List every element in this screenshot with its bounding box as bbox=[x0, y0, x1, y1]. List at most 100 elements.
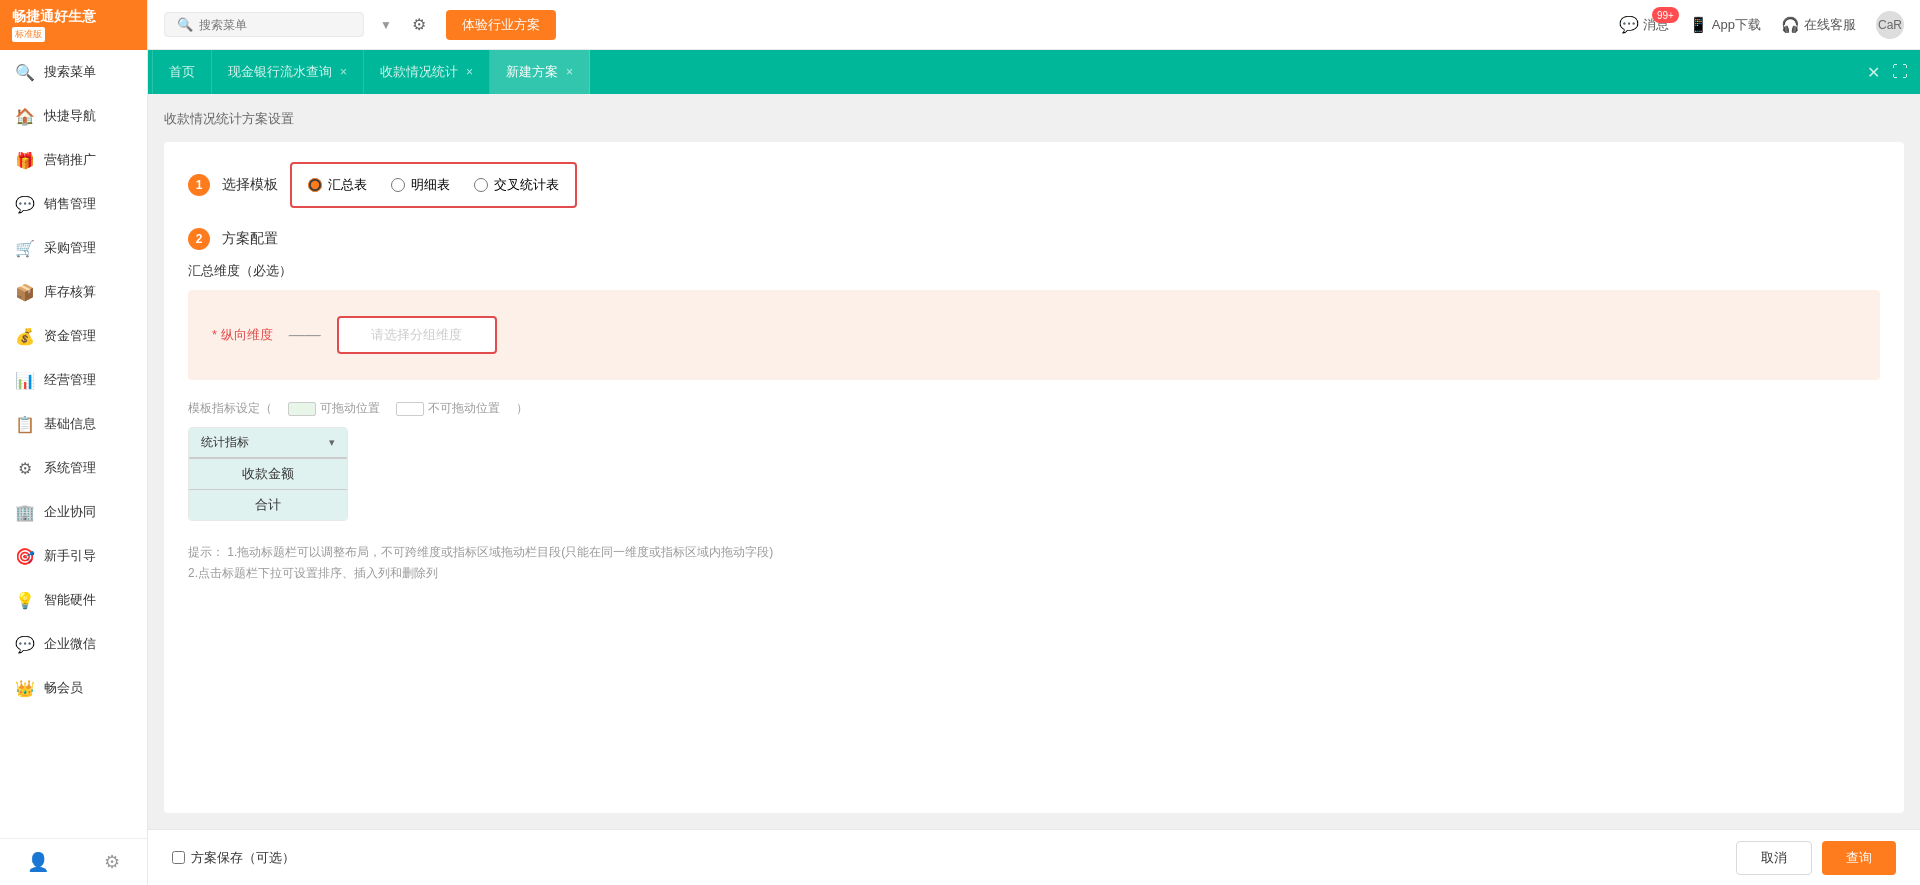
tab-stats[interactable]: 收款情况统计 × bbox=[364, 50, 490, 94]
messages-btn[interactable]: 💬 消息 99+ bbox=[1619, 15, 1669, 34]
sidebar-item-basic[interactable]: 📋 基础信息 bbox=[0, 402, 147, 446]
dimension-arrow: —— bbox=[289, 326, 321, 344]
sidebar-item-label-search: 搜索菜单 bbox=[44, 63, 96, 81]
tab-label-new: 新建方案 bbox=[506, 63, 558, 81]
sidebar-item-hardware[interactable]: 💡 智能硬件 bbox=[0, 578, 147, 622]
settings-icon[interactable]: ⚙ bbox=[412, 15, 426, 34]
template-radio-group: 汇总表 明细表 交叉统计表 bbox=[290, 162, 577, 208]
bottom-buttons: 取消 查询 bbox=[1736, 841, 1896, 875]
tab-new[interactable]: 新建方案 × bbox=[490, 50, 590, 94]
radio-label-cross: 交叉统计表 bbox=[494, 176, 559, 194]
tabbar-close-btn[interactable]: ✕ bbox=[1867, 63, 1880, 82]
sidebar-item-finance[interactable]: 💰 资金管理 bbox=[0, 314, 147, 358]
sidebar-item-sales[interactable]: 💬 销售管理 bbox=[0, 182, 147, 226]
radio-label-summary: 汇总表 bbox=[328, 176, 367, 194]
member-icon: 👑 bbox=[16, 679, 34, 697]
system-icon: ⚙ bbox=[16, 459, 34, 477]
tab-home[interactable]: 首页 bbox=[152, 50, 212, 94]
hardware-icon: 💡 bbox=[16, 591, 34, 609]
metrics-table-header[interactable]: 统计指标 ▾ bbox=[189, 428, 347, 458]
marketing-icon: 🎁 bbox=[16, 151, 34, 169]
sidebar-bottom-icon2[interactable]: ⚙ bbox=[96, 847, 128, 877]
step2-header: 2 方案配置 bbox=[188, 228, 1880, 250]
search-icon: 🔍 bbox=[16, 63, 34, 81]
radio-option-cross[interactable]: 交叉统计表 bbox=[474, 176, 559, 194]
radio-input-detail[interactable] bbox=[391, 178, 405, 192]
sidebar-item-wechat[interactable]: 💬 企业微信 bbox=[0, 622, 147, 666]
service-label: 在线客服 bbox=[1804, 16, 1856, 34]
enterprise-icon: 🏢 bbox=[16, 503, 34, 521]
sidebar-item-search[interactable]: 🔍 搜索菜单 bbox=[0, 50, 147, 94]
sidebar-item-label-member: 畅会员 bbox=[44, 679, 83, 697]
sidebar-item-operations[interactable]: 📊 经营管理 bbox=[0, 358, 147, 402]
dimension-placeholder[interactable]: 请选择分组维度 bbox=[337, 316, 497, 354]
radio-option-summary[interactable]: 汇总表 bbox=[308, 176, 367, 194]
draggable-legend: 可拖动位置 bbox=[288, 400, 380, 417]
metrics-cell-total: 合计 bbox=[189, 489, 347, 520]
sidebar-item-label-operations: 经营管理 bbox=[44, 371, 96, 389]
service-btn[interactable]: 🎧 在线客服 bbox=[1781, 16, 1856, 34]
sidebar-item-marketing[interactable]: 🎁 营销推广 bbox=[0, 138, 147, 182]
vertical-dimension-label: * 纵向维度 bbox=[212, 326, 273, 344]
hints-section: 提示： 1.拖动标题栏可以调整布局，不可跨维度或指标区域拖动栏目段(只能在同一维… bbox=[188, 544, 1880, 582]
query-button[interactable]: 查询 bbox=[1822, 841, 1896, 875]
tab-label-bank: 现金银行流水查询 bbox=[228, 63, 332, 81]
radio-option-detail[interactable]: 明细表 bbox=[391, 176, 450, 194]
sidebar-bottom-icon1[interactable]: 👤 bbox=[19, 847, 57, 877]
sidebar-item-label-guide: 新手引导 bbox=[44, 547, 96, 565]
basic-icon: 📋 bbox=[16, 415, 34, 433]
sidebar-item-nav[interactable]: 🏠 快捷导航 bbox=[0, 94, 147, 138]
tab-close-stats[interactable]: × bbox=[466, 65, 473, 79]
purchase-icon: 🛒 bbox=[16, 239, 34, 257]
sidebar-item-member[interactable]: 👑 畅会员 bbox=[0, 666, 147, 710]
sidebar-item-enterprise[interactable]: 🏢 企业协同 bbox=[0, 490, 147, 534]
main-panel: 1 选择模板 汇总表 明细表 交叉统计表 2 方案配置 汇总维度（必选） * 纵… bbox=[164, 142, 1904, 813]
nav-icon: 🏠 bbox=[16, 107, 34, 125]
tab-label-home: 首页 bbox=[169, 63, 195, 81]
user-avatar[interactable]: CaR bbox=[1876, 11, 1904, 39]
tabbar: 首页 现金银行流水查询 × 收款情况统计 × 新建方案 × ✕ ⛶ bbox=[148, 50, 1920, 94]
save-checkbox[interactable] bbox=[172, 851, 185, 864]
non-draggable-legend: 不可拖动位置 bbox=[396, 400, 500, 417]
non-draggable-label: 不可拖动位置 bbox=[428, 400, 500, 417]
metrics-legend: 模板指标设定（ 可拖动位置 不可拖动位置 ） bbox=[188, 400, 1880, 417]
wechat-icon: 💬 bbox=[16, 635, 34, 653]
radio-input-cross[interactable] bbox=[474, 178, 488, 192]
sidebar-item-label-purchase: 采购管理 bbox=[44, 239, 96, 257]
messages-badge: 99+ bbox=[1652, 7, 1679, 23]
sidebar-item-system[interactable]: ⚙ 系统管理 bbox=[0, 446, 147, 490]
search-bar[interactable]: 🔍 bbox=[164, 12, 364, 37]
tab-close-bank[interactable]: × bbox=[340, 65, 347, 79]
dimension-area: * 纵向维度 —— 请选择分组维度 bbox=[188, 290, 1880, 380]
sidebar-item-label-hardware: 智能硬件 bbox=[44, 591, 96, 609]
finance-icon: 💰 bbox=[16, 327, 34, 345]
tab-bank[interactable]: 现金银行流水查询 × bbox=[212, 50, 364, 94]
topbar-right: 💬 消息 99+ 📱 App下载 🎧 在线客服 CaR bbox=[1619, 11, 1904, 39]
metrics-table: 统计指标 ▾ 收款金额 合计 bbox=[188, 427, 348, 521]
sidebar-item-purchase[interactable]: 🛒 采购管理 bbox=[0, 226, 147, 270]
operations-icon: 📊 bbox=[16, 371, 34, 389]
tab-close-new[interactable]: × bbox=[566, 65, 573, 79]
step2-badge: 2 bbox=[188, 228, 210, 250]
topbar-dropdown-arrow[interactable]: ▼ bbox=[380, 18, 392, 32]
search-input[interactable] bbox=[199, 18, 339, 32]
radio-input-summary[interactable] bbox=[308, 178, 322, 192]
download-btn[interactable]: 📱 App下载 bbox=[1689, 16, 1761, 34]
sidebar-item-inventory[interactable]: 📦 库存核算 bbox=[0, 270, 147, 314]
trial-button[interactable]: 体验行业方案 bbox=[446, 10, 556, 40]
inventory-icon: 📦 bbox=[16, 283, 34, 301]
sidebar-item-label-nav: 快捷导航 bbox=[44, 107, 96, 125]
sidebar-bottom: 👤 ⚙ bbox=[0, 838, 147, 885]
tabbar-right-controls: ✕ ⛶ bbox=[1867, 50, 1920, 94]
sidebar: 畅捷通好生意 标准版 🔍 搜索菜单 🏠 快捷导航 🎁 营销推广 💬 销售管理 🛒… bbox=[0, 0, 148, 885]
tab-label-stats: 收款情况统计 bbox=[380, 63, 458, 81]
metrics-chevron-icon[interactable]: ▾ bbox=[329, 436, 335, 449]
app-logo: 畅捷通好生意 标准版 bbox=[0, 0, 147, 50]
sidebar-item-guide[interactable]: 🎯 新手引导 bbox=[0, 534, 147, 578]
tabbar-expand-btn[interactable]: ⛶ bbox=[1892, 63, 1908, 81]
hint-line-2: 2.点击标题栏下拉可设置排序、插入列和删除列 bbox=[188, 565, 1880, 582]
cancel-button[interactable]: 取消 bbox=[1736, 841, 1812, 875]
non-draggable-icon bbox=[396, 402, 424, 416]
metrics-header-label: 统计指标 bbox=[201, 434, 249, 451]
save-checkbox-label[interactable]: 方案保存（可选） bbox=[172, 849, 295, 867]
